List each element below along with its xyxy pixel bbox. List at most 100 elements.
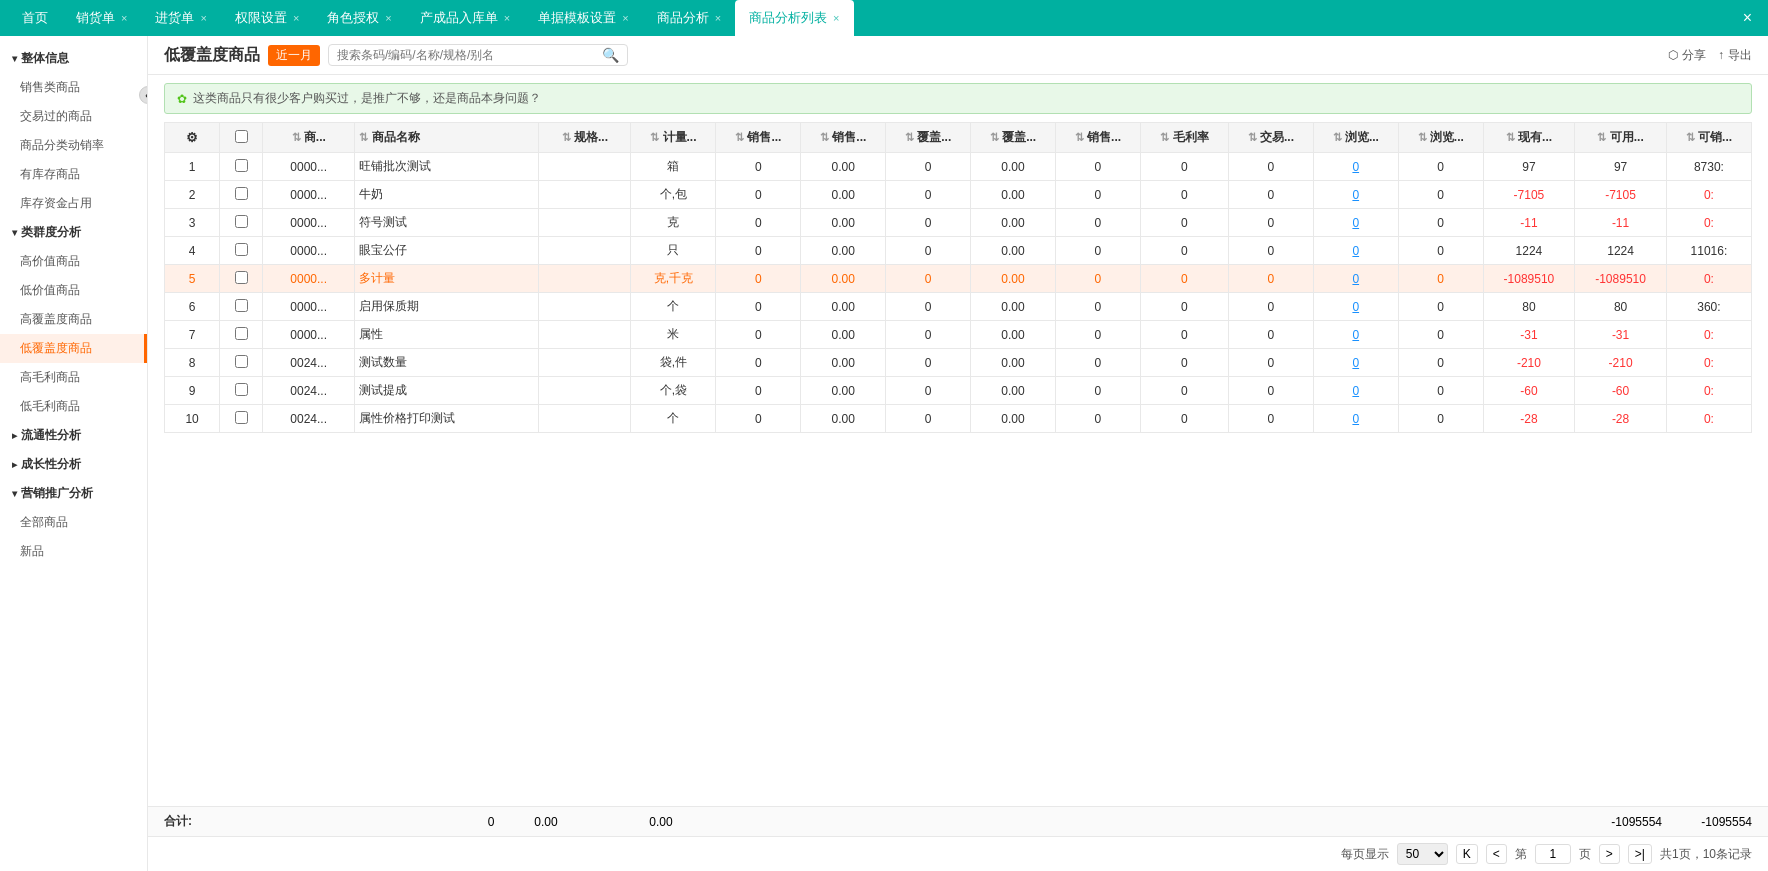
settings-icon[interactable]: ⚙ [186, 130, 198, 145]
cell-browse1[interactable]: 0 [1313, 265, 1398, 293]
close-icon[interactable]: × [293, 12, 299, 24]
alert-bar: ✿ 这类商品只有很少客户购买过，是推广不够，还是商品本身问题？ [164, 83, 1752, 114]
cell-browse1[interactable]: 0 [1313, 153, 1398, 181]
close-icon[interactable]: × [715, 12, 721, 24]
sidebar-item-low-margin[interactable]: 低毛利商品 [0, 392, 147, 421]
th-cover2[interactable]: ⇅ 覆盖... [971, 123, 1056, 153]
nav-tab-analysis[interactable]: 商品分析 × [643, 0, 735, 36]
cell-check[interactable] [220, 181, 263, 209]
sidebar-item-low-coverage[interactable]: 低覆盖度商品 [0, 334, 147, 363]
sidebar-item-low-value[interactable]: 低价值商品 [0, 276, 147, 305]
close-icon[interactable]: × [504, 12, 510, 24]
sidebar-item-stocked-goods[interactable]: 有库存商品 [0, 160, 147, 189]
nav-tab-permission[interactable]: 权限设置 × [221, 0, 313, 36]
cell-browse1[interactable]: 0 [1313, 377, 1398, 405]
th-trade[interactable]: ⇅ 交易... [1228, 123, 1313, 153]
cell-browse1[interactable]: 0 [1313, 405, 1398, 433]
close-icon[interactable]: × [121, 12, 127, 24]
th-name[interactable]: ⇅ 商品名称 [355, 123, 539, 153]
export-button[interactable]: ↑ 导出 [1718, 47, 1752, 64]
sidebar-item-new-goods[interactable]: 新品 [0, 537, 147, 566]
search-icon[interactable]: 🔍 [602, 47, 619, 63]
nav-tab-home[interactable]: 首页 [8, 0, 62, 36]
sidebar-item-inventory-capital[interactable]: 库存资金占用 [0, 189, 147, 218]
nav-tab-purchase[interactable]: 进货单 × [141, 0, 220, 36]
th-gross[interactable]: ⇅ 毛利率 [1140, 123, 1228, 153]
sidebar-group-growth[interactable]: ▸ 成长性分析 [0, 450, 147, 479]
row-checkbox[interactable] [235, 271, 248, 284]
row-checkbox[interactable] [235, 355, 248, 368]
cell-check[interactable] [220, 237, 263, 265]
prev-page-button[interactable]: < [1486, 844, 1507, 864]
sidebar-item-traded-goods[interactable]: 交易过的商品 [0, 102, 147, 131]
sidebar-group-marketing[interactable]: ▾ 营销推广分析 [0, 479, 147, 508]
next-page-button[interactable]: > [1599, 844, 1620, 864]
th-current[interactable]: ⇅ 现有... [1483, 123, 1575, 153]
share-button[interactable]: ⬡ 分享 [1668, 47, 1706, 64]
cell-check[interactable] [220, 377, 263, 405]
cell-browse1[interactable]: 0 [1313, 293, 1398, 321]
row-checkbox[interactable] [235, 243, 248, 256]
row-checkbox[interactable] [235, 411, 248, 424]
cell-cover2: 0.00 [971, 377, 1056, 405]
th-browse1[interactable]: ⇅ 浏览... [1313, 123, 1398, 153]
search-input[interactable] [337, 48, 602, 62]
cell-browse1[interactable]: 0 [1313, 349, 1398, 377]
th-cover1[interactable]: ⇅ 覆盖... [886, 123, 971, 153]
row-checkbox[interactable] [235, 299, 248, 312]
close-all-tabs-button[interactable]: × [1735, 9, 1760, 27]
nav-tab-analysis-list[interactable]: 商品分析列表 × [735, 0, 853, 36]
cell-browse1[interactable]: 0 [1313, 321, 1398, 349]
cell-check[interactable] [220, 209, 263, 237]
cell-trade: 0 [1228, 237, 1313, 265]
th-sales1[interactable]: ⇅ 销售... [716, 123, 801, 153]
row-checkbox[interactable] [235, 215, 248, 228]
close-icon[interactable]: × [833, 12, 839, 24]
cell-sales1: 0 [716, 377, 801, 405]
nav-tab-role[interactable]: 角色授权 × [313, 0, 405, 36]
sidebar-item-sales-goods[interactable]: 销售类商品 [0, 73, 147, 102]
select-all-checkbox[interactable] [235, 130, 248, 143]
page-number-input[interactable] [1535, 844, 1571, 864]
row-checkbox[interactable] [235, 187, 248, 200]
cell-check[interactable] [220, 321, 263, 349]
cell-browse1[interactable]: 0 [1313, 209, 1398, 237]
date-filter-button[interactable]: 近一月 [268, 45, 320, 66]
cell-check[interactable] [220, 349, 263, 377]
last-page-button[interactable]: >| [1628, 844, 1652, 864]
row-checkbox[interactable] [235, 159, 248, 172]
nav-tab-stock[interactable]: 产成品入库单 × [406, 0, 524, 36]
per-page-select[interactable]: 50 100 [1397, 843, 1448, 865]
sidebar-item-high-value[interactable]: 高价值商品 [0, 247, 147, 276]
th-available[interactable]: ⇅ 可用... [1575, 123, 1667, 153]
cell-check[interactable] [220, 293, 263, 321]
close-icon[interactable]: × [622, 12, 628, 24]
cell-check[interactable] [220, 265, 263, 293]
sidebar-group-cluster[interactable]: ▾ 类群度分析 [0, 218, 147, 247]
sidebar-group-overview[interactable]: ▾ 整体信息 [0, 44, 147, 73]
row-checkbox[interactable] [235, 383, 248, 396]
row-checkbox[interactable] [235, 327, 248, 340]
th-sellable[interactable]: ⇅ 可销... [1666, 123, 1751, 153]
nav-tab-template[interactable]: 单据模板设置 × [524, 0, 642, 36]
th-sales2[interactable]: ⇅ 销售... [801, 123, 886, 153]
cell-check[interactable] [220, 405, 263, 433]
first-page-button[interactable]: K [1456, 844, 1478, 864]
cell-browse1[interactable]: 0 [1313, 237, 1398, 265]
sidebar-group-liquidity[interactable]: ▸ 流通性分析 [0, 421, 147, 450]
cell-cover1: 0 [886, 237, 971, 265]
cell-browse1[interactable]: 0 [1313, 181, 1398, 209]
th-browse2[interactable]: ⇅ 浏览... [1398, 123, 1483, 153]
cell-check[interactable] [220, 153, 263, 181]
th-spec[interactable]: ⇅ 规格... [539, 123, 631, 153]
nav-tab-sales[interactable]: 销货单 × [62, 0, 141, 36]
th-sale3[interactable]: ⇅ 销售... [1055, 123, 1140, 153]
sidebar-item-all-goods[interactable]: 全部商品 [0, 508, 147, 537]
th-unit[interactable]: ⇅ 计量... [631, 123, 716, 153]
close-icon[interactable]: × [200, 12, 206, 24]
sidebar-item-high-coverage[interactable]: 高覆盖度商品 [0, 305, 147, 334]
sidebar-item-high-margin[interactable]: 高毛利商品 [0, 363, 147, 392]
close-icon[interactable]: × [385, 12, 391, 24]
th-code[interactable]: ⇅ 商... [263, 123, 355, 153]
sidebar-item-category-rate[interactable]: 商品分类动销率 [0, 131, 147, 160]
